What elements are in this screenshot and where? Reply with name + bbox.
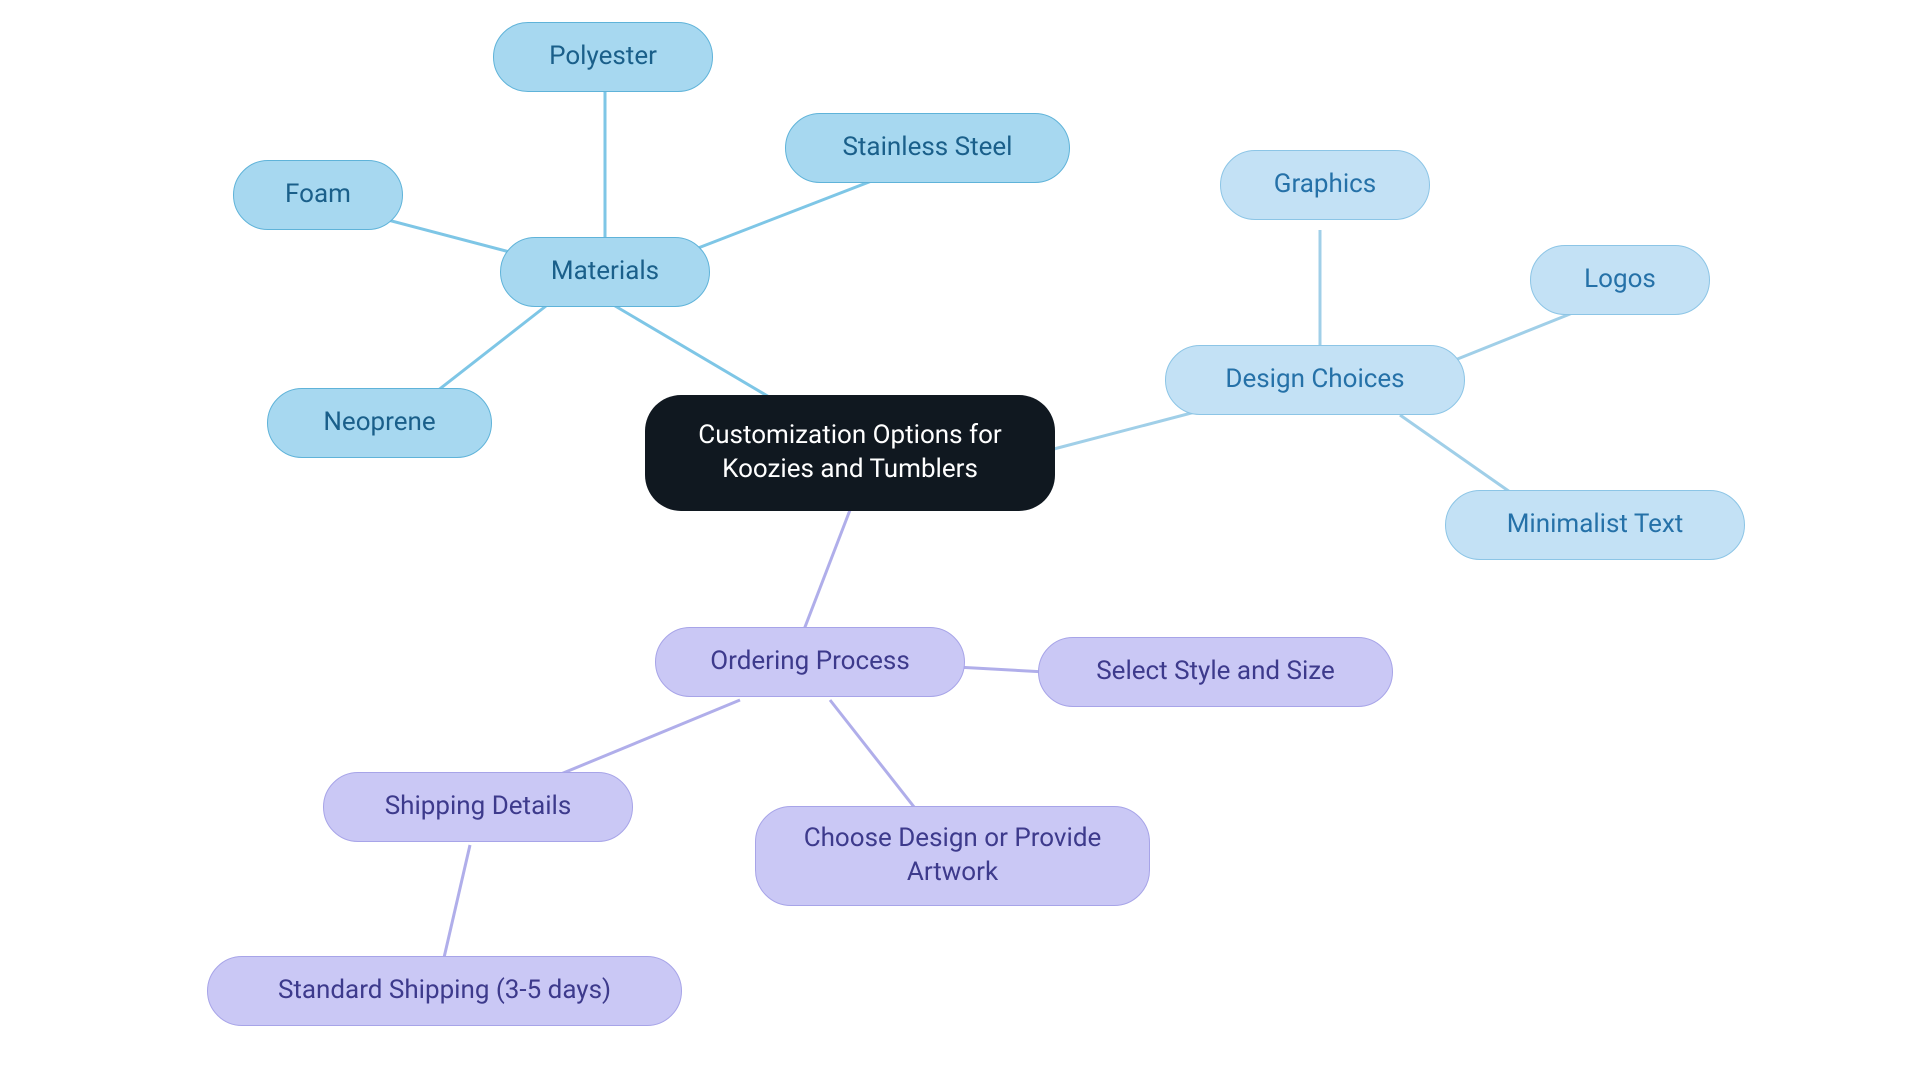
node-standardship-label: Standard Shipping (3-5 days) xyxy=(278,974,611,1008)
node-chooseart[interactable]: Choose Design or Provide Artwork xyxy=(755,806,1150,906)
node-neoprene[interactable]: Neoprene xyxy=(267,388,492,458)
node-design-label: Design Choices xyxy=(1225,363,1404,397)
node-shipping[interactable]: Shipping Details xyxy=(323,772,633,842)
node-materials[interactable]: Materials xyxy=(500,237,710,307)
node-foam-label: Foam xyxy=(285,178,351,212)
mindmap-canvas: Customization Options for Koozies and Tu… xyxy=(0,0,1920,1083)
node-design[interactable]: Design Choices xyxy=(1165,345,1465,415)
node-minimalist-label: Minimalist Text xyxy=(1507,508,1684,542)
node-minimalist[interactable]: Minimalist Text xyxy=(1445,490,1745,560)
root-label: Customization Options for Koozies and Tu… xyxy=(677,419,1023,487)
node-logos[interactable]: Logos xyxy=(1530,245,1710,315)
node-graphics-label: Graphics xyxy=(1274,168,1376,202)
node-polyester-label: Polyester xyxy=(549,40,657,74)
node-polyester[interactable]: Polyester xyxy=(493,22,713,92)
node-standardship[interactable]: Standard Shipping (3-5 days) xyxy=(207,956,682,1026)
node-selectstyle[interactable]: Select Style and Size xyxy=(1038,637,1393,707)
node-ordering-label: Ordering Process xyxy=(710,645,909,679)
node-ordering[interactable]: Ordering Process xyxy=(655,627,965,697)
node-chooseart-label: Choose Design or Provide Artwork xyxy=(788,822,1117,890)
node-neoprene-label: Neoprene xyxy=(323,406,435,440)
node-graphics[interactable]: Graphics xyxy=(1220,150,1430,220)
node-logos-label: Logos xyxy=(1584,263,1656,297)
node-stainless-label: Stainless Steel xyxy=(842,131,1012,165)
node-stainless[interactable]: Stainless Steel xyxy=(785,113,1070,183)
node-shipping-label: Shipping Details xyxy=(385,790,572,824)
node-selectstyle-label: Select Style and Size xyxy=(1096,655,1335,689)
node-materials-label: Materials xyxy=(551,255,659,289)
node-foam[interactable]: Foam xyxy=(233,160,403,230)
root-node[interactable]: Customization Options for Koozies and Tu… xyxy=(645,395,1055,511)
